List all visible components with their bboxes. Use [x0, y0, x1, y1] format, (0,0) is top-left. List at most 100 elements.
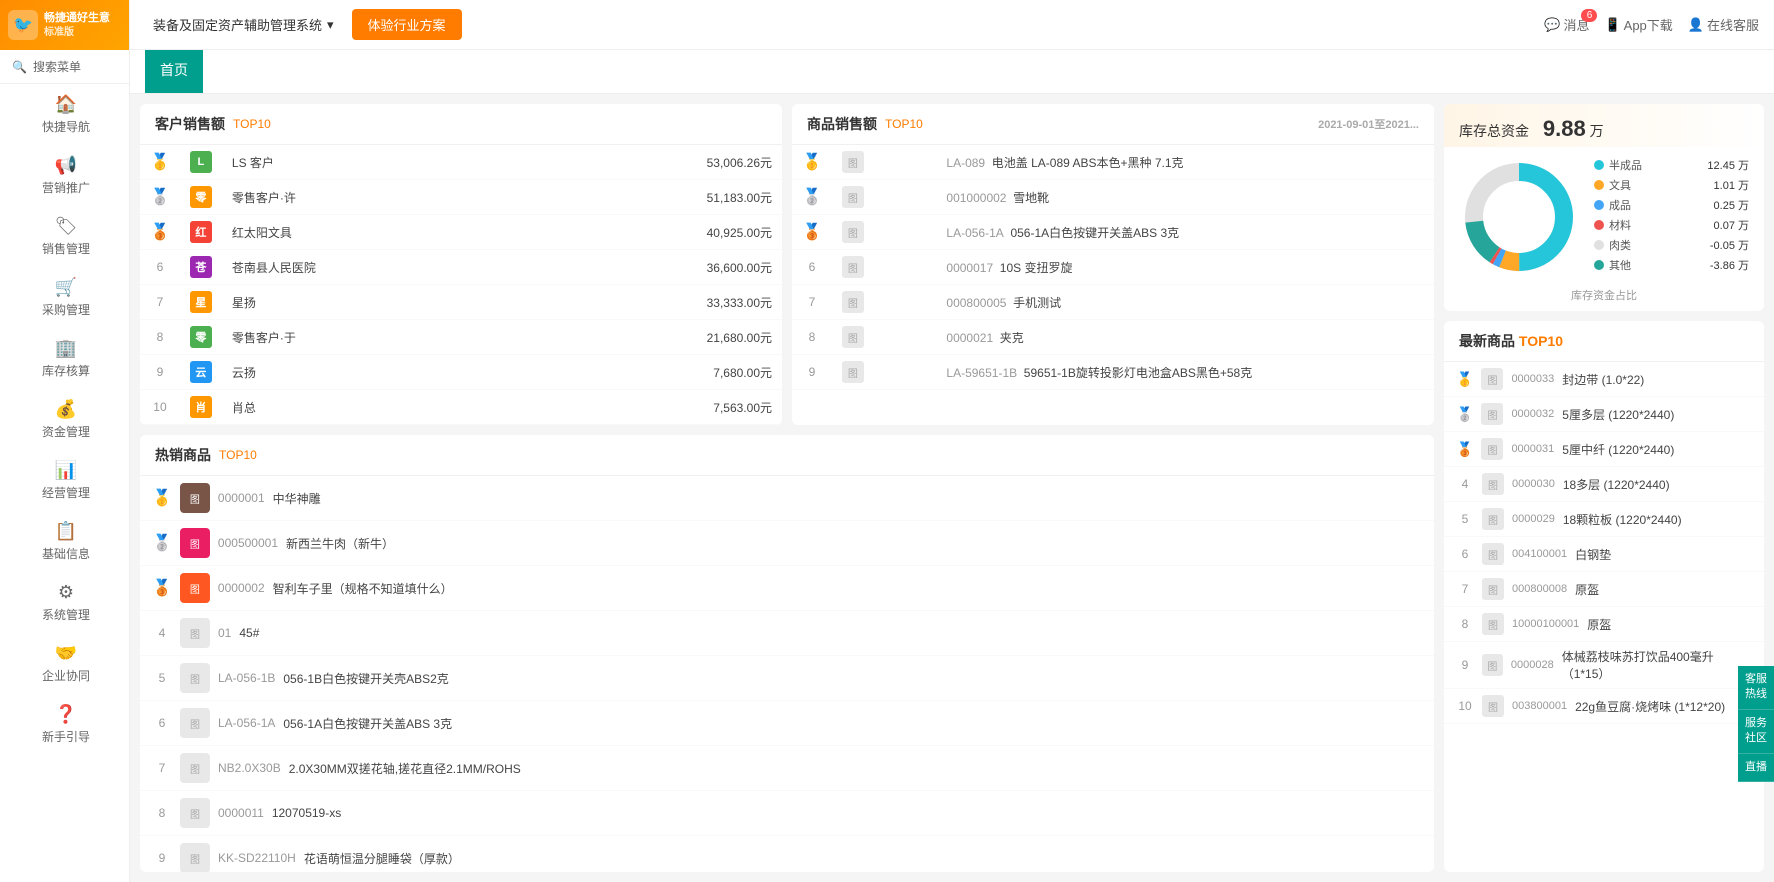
table-row: 7 星 星扬 33,333.00元: [140, 285, 782, 320]
sidebar-item-quick-nav[interactable]: 🏠 快捷导航: [0, 84, 129, 145]
trial-button[interactable]: 体验行业方案: [352, 9, 462, 40]
donut-chart: [1459, 157, 1579, 277]
sidebar-item-sales[interactable]: 🏷 销售管理: [0, 206, 129, 267]
hot-products-title: 热销商品: [155, 445, 211, 465]
customer-ranking-header: 客户销售额 TOP10: [140, 104, 782, 145]
table-row: 8 图 0000021 夹克: [792, 320, 1434, 355]
hot-products-card: 热销商品 TOP10 🥇 图 0000001 中华神雕 🥈 图 00050000…: [140, 435, 1434, 872]
app-download[interactable]: 📱 App下载: [1604, 15, 1672, 34]
tab-home[interactable]: 首页: [145, 50, 203, 93]
product-ranking-title: 商品销售额: [807, 114, 877, 134]
corporate-icon: 🤝: [55, 643, 77, 664]
sidebar-item-label: 系统管理: [42, 606, 90, 623]
table-row: 10 肖 肖总 7,563.00元: [140, 390, 782, 425]
sidebar-item-label: 企业协同: [42, 667, 90, 684]
page-nav: 首页: [130, 50, 1774, 94]
sidebar-item-label: 基础信息: [42, 545, 90, 562]
stock-amount: 9.88: [1543, 116, 1586, 141]
float-btn-service[interactable]: 客服热线: [1738, 666, 1774, 710]
list-item: 🥉 图 0000031 5厘中纤 (1220*2440): [1444, 432, 1764, 467]
product-ranking-card: 商品销售额 TOP10 2021-09-01至2021... 🥇 图 LA-08…: [792, 104, 1434, 425]
guide-icon: ❓: [55, 704, 77, 725]
table-row: 🥉 图 LA-056-1A 056-1A白色按键开关盖ABS 3克: [792, 215, 1434, 250]
main-content: 装备及固定资产辅助管理系统 ▾ 体验行业方案 💬 消息 6 📱 App下载 👤 …: [130, 0, 1774, 882]
list-item: 7 图 NB2.0X30B 2.0X30MM双搓花轴,搓花直径2.1MM/ROH…: [140, 746, 1434, 791]
purchase-icon: 🛒: [55, 277, 77, 298]
sidebar-item-basic[interactable]: 📋 基础信息: [0, 511, 129, 572]
table-row: 🥈 图 001000002 雪地靴: [792, 180, 1434, 215]
sidebar-item-guide[interactable]: ❓ 新手引导: [0, 694, 129, 755]
legend-item: 其他 -3.86 万: [1594, 257, 1749, 273]
message-badge[interactable]: 💬 消息 6: [1544, 15, 1589, 34]
new-products-title: 最新商品: [1459, 333, 1515, 349]
operation-icon: 📊: [55, 460, 77, 481]
hot-products-header: 热销商品 TOP10: [140, 435, 1434, 476]
list-item: 6 图 004100001 白钢垫: [1444, 537, 1764, 572]
stock-ratio-label: 库存资金占比: [1444, 287, 1764, 311]
system-selector[interactable]: 装备及固定资产辅助管理系统 ▾: [145, 11, 342, 38]
legend-item: 半成品 12.45 万: [1594, 157, 1749, 173]
basic-icon: 📋: [55, 521, 77, 542]
app-logo: 🐦 畅捷通好生意 标准版: [0, 0, 129, 50]
sidebar-item-purchase[interactable]: 🛒 采购管理: [0, 267, 129, 328]
list-item: 🥇 图 0000033 封边带 (1.0*22): [1444, 362, 1764, 397]
sidebar-item-finance[interactable]: 💰 资金管理: [0, 389, 129, 450]
search-menu[interactable]: 🔍 搜索菜单: [0, 50, 129, 84]
float-btn-community[interactable]: 服务社区: [1738, 710, 1774, 754]
table-row: 6 苍 苍南县人民医院 36,600.00元: [140, 250, 782, 285]
sidebar-item-label: 资金管理: [42, 423, 90, 440]
customer-rank-table: 🥇 L LS 客户 53,006.26元 🥈 零 零售客户·许 51,183.0…: [140, 145, 782, 425]
list-item: 5 图 0000029 18颗粒板 (1220*2440): [1444, 502, 1764, 537]
marketing-icon: 📢: [55, 155, 77, 176]
legend-item: 成品 0.25 万: [1594, 197, 1749, 213]
float-btn-live[interactable]: 直播: [1738, 754, 1774, 782]
sidebar-item-system[interactable]: ⚙ 系统管理: [0, 572, 129, 633]
message-count: 6: [1581, 9, 1597, 22]
sidebar: 🐦 畅捷通好生意 标准版 🔍 搜索菜单 🏠 快捷导航 📢 营销推广 🏷 销售管理…: [0, 0, 130, 882]
list-item: 🥇 图 0000001 中华神雕: [140, 476, 1434, 521]
sidebar-item-inventory[interactable]: 🏢 库存核算: [0, 328, 129, 389]
stock-header: 库存总资金 9.88 万: [1444, 104, 1764, 147]
sidebar-item-label: 快捷导航: [42, 118, 90, 135]
list-item: 4 图 01 45#: [140, 611, 1434, 656]
logo-icon: 🐦: [8, 10, 38, 40]
app-download-label: App下载: [1624, 15, 1673, 34]
float-buttons: 客服热线 服务社区 直播: [1738, 666, 1774, 782]
sidebar-item-operation[interactable]: 📊 经营管理: [0, 450, 129, 511]
stock-title: 库存总资金: [1459, 123, 1529, 139]
top-tables: 客户销售额 TOP10 🥇 L LS 客户 53,006.26元 🥈 零 零售客…: [140, 104, 1434, 425]
list-item: 10 图 003800001 22g鱼豆腐·烧烤味 (1*12*20): [1444, 689, 1764, 724]
table-row: 9 图 LA-59651-1B 59651-1B旋转投影灯电池盒ABS黑色+58…: [792, 355, 1434, 390]
list-item: 8 图 0000011 12070519-xs: [140, 791, 1434, 836]
online-service[interactable]: 👤 在线客服: [1688, 15, 1759, 34]
product-ranking-header: 商品销售额 TOP10 2021-09-01至2021...: [792, 104, 1434, 145]
list-item: 5 图 LA-056-1B 056-1B白色按键开关壳ABS2克: [140, 656, 1434, 701]
list-item: 8 图 10000100001 原盔: [1444, 607, 1764, 642]
sidebar-item-corporate[interactable]: 🤝 企业协同: [0, 633, 129, 694]
list-item: 7 图 000800008 原盔: [1444, 572, 1764, 607]
list-item: 9 图 KK-SD22110H 花语萌恒温分腿睡袋（厚款）: [140, 836, 1434, 872]
top-header: 装备及固定资产辅助管理系统 ▾ 体验行业方案 💬 消息 6 📱 App下载 👤 …: [130, 0, 1774, 50]
search-icon: 🔍: [12, 60, 27, 74]
home-icon: 🏠: [55, 94, 77, 115]
table-row: 8 零 零售客户·于 21,680.00元: [140, 320, 782, 355]
sidebar-item-label: 营销推广: [42, 179, 90, 196]
message-icon: 💬: [1544, 17, 1560, 33]
table-row: 9 云 云扬 7,680.00元: [140, 355, 782, 390]
table-row: 🥉 红 红太阳文具 40,925.00元: [140, 215, 782, 250]
sales-icon: 🏷: [55, 216, 78, 237]
chevron-down-icon: ▾: [327, 17, 334, 33]
mobile-icon: 📱: [1604, 17, 1620, 33]
right-panel: 库存总资金 9.88 万: [1444, 104, 1764, 872]
sidebar-item-marketing[interactable]: 📢 营销推广: [0, 145, 129, 206]
product-date-label: 2021-09-01至2021...: [1318, 116, 1419, 132]
customer-ranking-card: 客户销售额 TOP10 🥇 L LS 客户 53,006.26元 🥈 零 零售客…: [140, 104, 782, 425]
table-row: 7 图 000800005 手机测试: [792, 285, 1434, 320]
left-mid-panel: 客户销售额 TOP10 🥇 L LS 客户 53,006.26元 🥈 零 零售客…: [140, 104, 1434, 872]
table-row: 🥈 零 零售客户·许 51,183.00元: [140, 180, 782, 215]
header-right: 💬 消息 6 📱 App下载 👤 在线客服: [1544, 15, 1759, 34]
list-item: 🥈 图 000500001 新西兰牛肉（新牛）: [140, 521, 1434, 566]
product-rank-table: 🥇 图 LA-089 电池盖 LA-089 ABS本色+黑种 7.1克 🥈 图 …: [792, 145, 1434, 390]
stock-unit: 万: [1590, 123, 1604, 139]
table-row: 6 图 0000017 10S 变扭罗旋: [792, 250, 1434, 285]
